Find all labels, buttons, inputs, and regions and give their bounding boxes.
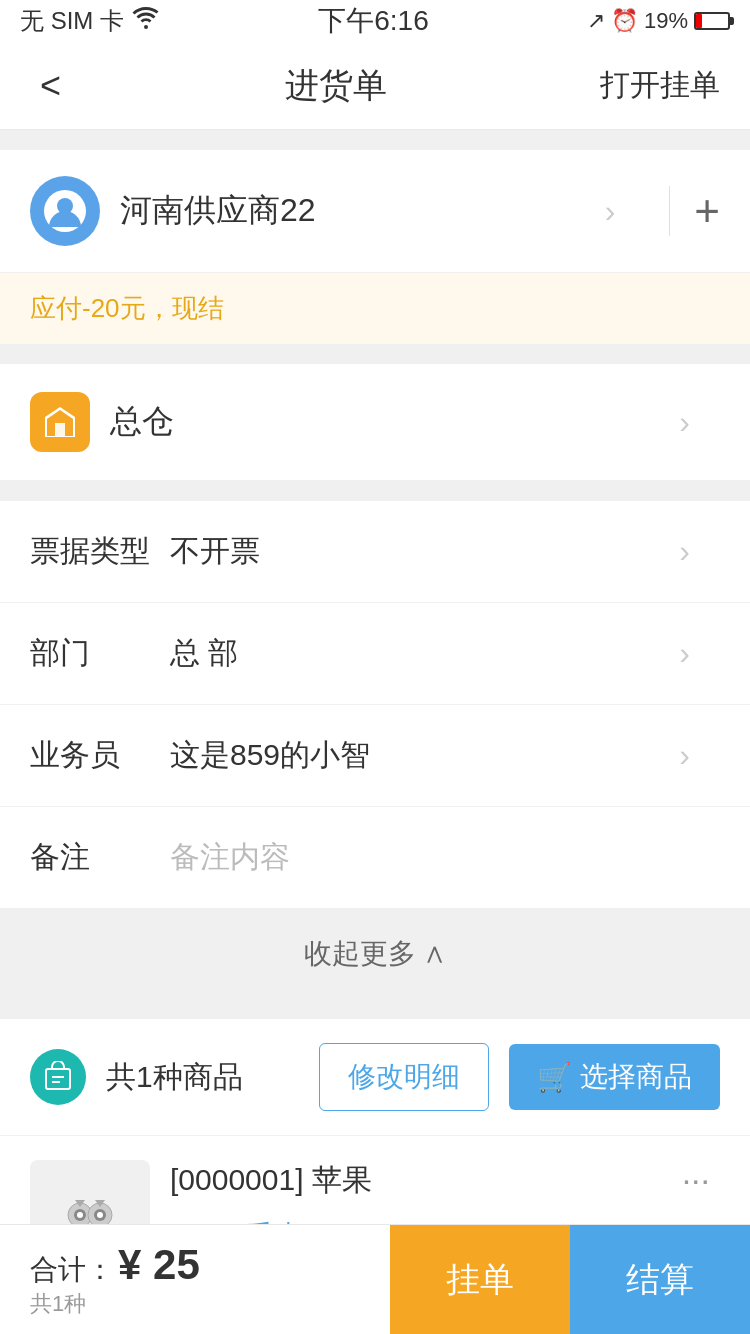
product-name: [0000001] 苹果 xyxy=(170,1160,652,1201)
collapse-label: 收起更多 ∧ xyxy=(304,935,447,973)
section-gap-2 xyxy=(0,344,750,364)
collapse-button[interactable]: 收起更多 ∧ xyxy=(0,909,750,999)
battery-icon xyxy=(694,12,730,30)
section-gap-1 xyxy=(0,130,750,150)
remark-value[interactable]: 备注内容 xyxy=(150,837,720,878)
status-time: 下午6:16 xyxy=(318,2,429,40)
add-button[interactable]: + xyxy=(694,189,720,233)
invoice-row[interactable]: 票据类型 不开票 › xyxy=(0,501,750,603)
product-header: 共1种商品 修改明细 🛒 选择商品 xyxy=(0,1019,750,1136)
supplier-section: 河南供应商22 › + 应付-20元，现结 xyxy=(0,150,750,344)
total-label: 合计： xyxy=(30,1251,114,1289)
alarm-icon: ⏰ xyxy=(611,8,638,34)
select-product-label: 选择商品 xyxy=(580,1058,692,1096)
bottom-bar: 合计： ¥ 25 共1种 挂单 结算 xyxy=(0,1224,750,1334)
section-gap-4 xyxy=(0,999,750,1019)
invoice-label: 票据类型 xyxy=(30,531,150,572)
dept-value: 总 部 xyxy=(150,633,679,674)
content-area: 河南供应商22 › + 应付-20元，现结 总仓 › 票据类型 不开票 › xyxy=(0,130,750,1334)
total-amount: ¥ 25 xyxy=(118,1241,200,1289)
supplier-row[interactable]: 河南供应商22 › + xyxy=(0,150,750,273)
location-icon: ↗ xyxy=(587,8,605,34)
dept-label: 部门 xyxy=(30,633,150,674)
checkout-button[interactable]: 结算 xyxy=(570,1225,750,1334)
open-hang-button[interactable]: 打开挂单 xyxy=(600,65,720,106)
warehouse-section: 总仓 › xyxy=(0,364,750,481)
warehouse-chevron-icon: › xyxy=(679,404,690,441)
supplier-chevron-icon: › xyxy=(605,193,616,230)
invoice-value: 不开票 xyxy=(150,531,679,572)
svg-rect-2 xyxy=(46,1069,70,1089)
edit-detail-button[interactable]: 修改明细 xyxy=(319,1043,489,1111)
sales-label: 业务员 xyxy=(30,735,150,776)
warehouse-name: 总仓 xyxy=(110,400,679,444)
select-product-button[interactable]: 🛒 选择商品 xyxy=(509,1044,720,1110)
total-area: 合计： ¥ 25 共1种 xyxy=(0,1225,390,1334)
section-gap-3 xyxy=(0,481,750,501)
cart-icon: 🛒 xyxy=(537,1061,572,1094)
hang-button[interactable]: 挂单 xyxy=(390,1225,570,1334)
notice-bar: 应付-20元，现结 xyxy=(0,273,750,344)
remark-label: 备注 xyxy=(30,837,150,878)
carrier-text: 无 SIM 卡 xyxy=(20,5,124,37)
svg-point-7 xyxy=(77,1212,83,1218)
warehouse-icon xyxy=(30,392,90,452)
form-section: 票据类型 不开票 › 部门 总 部 › 业务员 这是859的小智 › 备注 备注… xyxy=(0,501,750,909)
more-options-button[interactable]: ··· xyxy=(672,1160,720,1199)
product-header-icon xyxy=(30,1049,86,1105)
status-left: 无 SIM 卡 xyxy=(20,5,160,37)
svg-point-8 xyxy=(97,1212,103,1218)
warehouse-row[interactable]: 总仓 › xyxy=(0,364,750,481)
nav-bar: < 进货单 打开挂单 xyxy=(0,42,750,130)
sales-value: 这是859的小智 xyxy=(150,735,679,776)
dept-chevron-icon: › xyxy=(679,635,690,672)
invoice-chevron-icon: › xyxy=(679,533,690,570)
total-sub: 共1种 xyxy=(30,1289,360,1319)
battery-percent: 19% xyxy=(644,8,688,34)
back-button[interactable]: < xyxy=(30,55,71,117)
sales-chevron-icon: › xyxy=(679,737,690,774)
wifi-icon xyxy=(132,7,160,35)
dept-row[interactable]: 部门 总 部 › xyxy=(0,603,750,705)
status-bar: 无 SIM 卡 下午6:16 ↗ ⏰ 19% xyxy=(0,0,750,42)
page-title: 进货单 xyxy=(285,63,387,109)
avatar-icon xyxy=(44,190,86,232)
sales-row[interactable]: 业务员 这是859的小智 › xyxy=(0,705,750,807)
vertical-divider xyxy=(669,186,670,236)
status-right: ↗ ⏰ 19% xyxy=(587,8,730,34)
supplier-name: 河南供应商22 xyxy=(120,189,605,233)
product-count: 共1种商品 xyxy=(106,1057,299,1098)
svg-rect-1 xyxy=(55,423,65,437)
remark-row[interactable]: 备注 备注内容 xyxy=(0,807,750,909)
supplier-avatar xyxy=(30,176,100,246)
